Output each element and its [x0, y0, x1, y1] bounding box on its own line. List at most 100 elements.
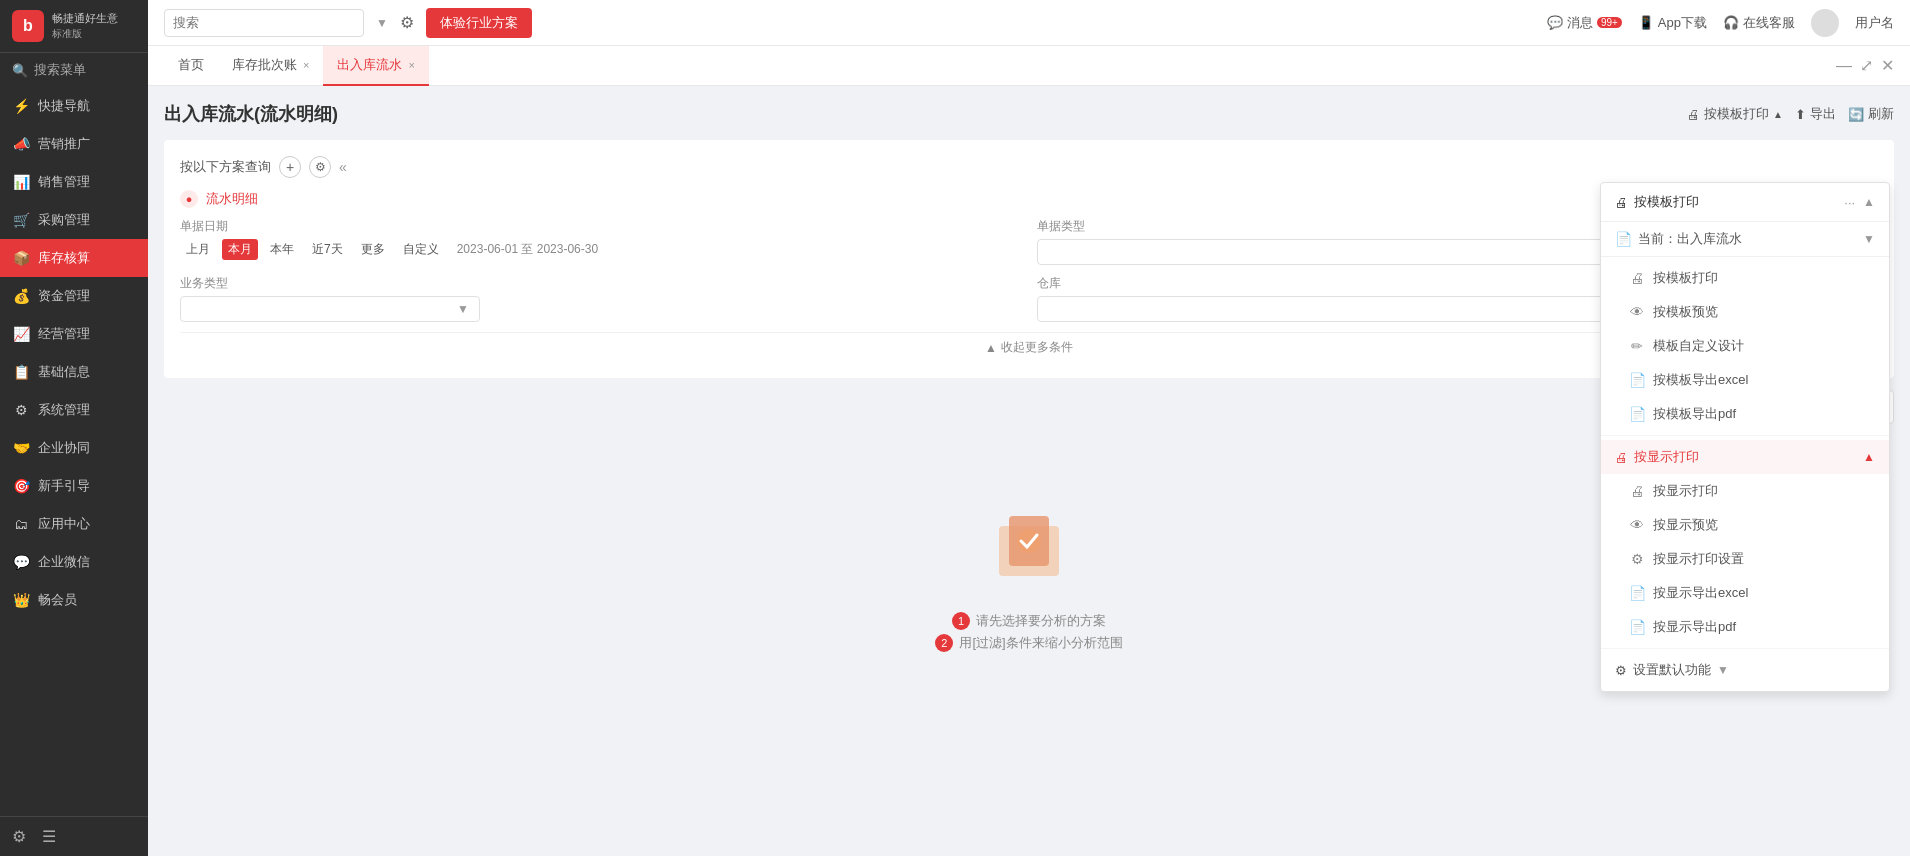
display-print-label: 按显示打印 — [1653, 482, 1718, 500]
page-actions: 🖨 按模板打印 ▲ ⬆ 导出 🔄 刷新 — [1687, 105, 1894, 123]
sidebar-item-finance[interactable]: 💰 资金管理 — [0, 277, 148, 315]
export-btn[interactable]: ⬆ 导出 — [1795, 105, 1836, 123]
marketing-icon: 📣 — [12, 135, 30, 153]
date-tag-last-month[interactable]: 上月 — [180, 239, 216, 260]
sidebar-item-guide[interactable]: 🎯 新手引导 — [0, 467, 148, 505]
dropdown-header: 🖨 按模板打印 ··· ▲ — [1601, 183, 1889, 222]
date-field: 单据日期 上月 本月 本年 近7天 更多 自定义 2023-06-01 至 20… — [180, 218, 1021, 260]
inventory-icon: 📦 — [12, 249, 30, 267]
message-icon: 💬 — [1547, 15, 1563, 30]
sidebar-item-wechat[interactable]: 💬 企业微信 — [0, 543, 148, 581]
current-template-row: 📄 当前：出入库流水 ▼ — [1601, 222, 1889, 257]
template-print-item[interactable]: 🖨 按模板打印 — [1601, 261, 1889, 295]
display-print-settings-item[interactable]: ⚙ 按显示打印设置 — [1601, 542, 1889, 576]
set-default-btn[interactable]: ⚙ 设置默认功能 ▼ — [1615, 655, 1729, 685]
customer-service-btn[interactable]: 🎧 在线客服 — [1723, 14, 1795, 32]
tab-close-all-icon[interactable]: ✕ — [1881, 56, 1894, 75]
tab-inventory-batch-close[interactable]: × — [303, 59, 309, 71]
collapse-btn[interactable]: ▲ 收起更多条件 — [985, 339, 1073, 356]
refresh-btn[interactable]: 🔄 刷新 — [1848, 105, 1894, 123]
sidebar-item-label: 应用中心 — [38, 515, 90, 533]
filter-header: 按以下方案查询 + ⚙ « — [180, 156, 1878, 178]
chevron-up-icon: ▲ — [985, 341, 997, 355]
date-tag-more[interactable]: 更多 — [355, 239, 391, 260]
print-icon-dropdown: 🖨 — [1615, 195, 1628, 210]
filter-add-btn[interactable]: + — [279, 156, 301, 178]
sidebar-item-quick-nav[interactable]: ⚡ 快捷导航 — [0, 87, 148, 125]
operations-icon: 📈 — [12, 325, 30, 343]
message-btn[interactable]: 💬 消息 99+ — [1547, 14, 1622, 32]
sidebar-search[interactable]: 🔍 搜索菜单 — [0, 53, 148, 87]
bottom-menu-icon[interactable]: ☰ — [42, 827, 56, 846]
tab-home[interactable]: 首页 — [164, 46, 218, 86]
user-name: 用户名 — [1855, 14, 1894, 32]
date-tag-last-7[interactable]: 近7天 — [306, 239, 349, 260]
dropdown-panel: 🖨 按模板打印 ··· ▲ 📄 当前：出入库流水 ▼ 🖨 — [1600, 182, 1890, 692]
sidebar: b 畅捷通好生意 标准版 🔍 搜索菜单 ⚡ 快捷导航 📣 营销推广 📊 销售管理… — [0, 0, 148, 856]
print-template-label: 按模板打印 — [1704, 105, 1769, 123]
tab-stock-flow-close[interactable]: × — [408, 59, 414, 71]
phone-icon: 📱 — [1638, 15, 1654, 30]
display-settings-icon: ⚙ — [1629, 551, 1645, 567]
print-chevron-icon: ▲ — [1773, 109, 1783, 120]
template-preview-item[interactable]: 👁 按模板预览 — [1601, 295, 1889, 329]
display-preview-icon: 👁 — [1629, 517, 1645, 533]
chevron-down-icon[interactable]: ▼ — [376, 16, 388, 30]
sidebar-item-purchase[interactable]: 🛒 采购管理 — [0, 201, 148, 239]
display-preview-item[interactable]: 👁 按显示预览 — [1601, 508, 1889, 542]
sidebar-item-member[interactable]: 👑 畅会员 — [0, 581, 148, 619]
sidebar-item-operations[interactable]: 📈 经营管理 — [0, 315, 148, 353]
tab-inventory-batch[interactable]: 库存批次账 × — [218, 46, 323, 86]
filter-collapse-btn[interactable]: « — [339, 159, 347, 175]
dropdown-more-icon[interactable]: ··· — [1844, 195, 1855, 210]
sidebar-item-inventory[interactable]: 📦 库存核算 — [0, 239, 148, 277]
sidebar-item-system[interactable]: ⚙ 系统管理 — [0, 391, 148, 429]
sidebar-item-sales[interactable]: 📊 销售管理 — [0, 163, 148, 201]
date-tag-custom[interactable]: 自定义 — [397, 239, 445, 260]
bottom-settings-icon[interactable]: ⚙ — [12, 827, 26, 846]
app-logo-text: 畅捷通好生意 — [52, 11, 118, 26]
template-excel-item[interactable]: 📄 按模板导出excel — [1601, 363, 1889, 397]
display-excel-item[interactable]: 📄 按显示导出excel — [1601, 576, 1889, 610]
template-custom-icon: ✏ — [1629, 338, 1645, 354]
app-download-btn[interactable]: 📱 App下载 — [1638, 14, 1707, 32]
display-print-collapse-icon[interactable]: ▲ — [1863, 450, 1875, 464]
date-tag-this-year[interactable]: 本年 — [264, 239, 300, 260]
template-custom-item[interactable]: ✏ 模板自定义设计 — [1601, 329, 1889, 363]
display-print-icon: 🖨 — [1629, 483, 1645, 499]
tab-expand-icon[interactable]: ⤢ — [1860, 56, 1873, 75]
date-tag-this-month[interactable]: 本月 — [222, 239, 258, 260]
template-excel-icon: 📄 — [1629, 372, 1645, 388]
display-print-header[interactable]: 🖨 按显示打印 ▲ — [1601, 440, 1889, 474]
page-title: 出入库流水(流水明细) — [164, 102, 338, 126]
sidebar-item-marketing[interactable]: 📣 营销推广 — [0, 125, 148, 163]
stream-tag-badge: ● — [180, 190, 198, 208]
sidebar-item-label: 新手引导 — [38, 477, 90, 495]
template-pdf-icon: 📄 — [1629, 406, 1645, 422]
filter-settings-btn[interactable]: ⚙ — [309, 156, 331, 178]
tab-stock-flow[interactable]: 出入库流水 × — [323, 46, 428, 86]
message-badge: 99+ — [1597, 17, 1622, 28]
business-type-select[interactable]: ▼ — [180, 296, 480, 322]
dropdown-title: 🖨 按模板打印 — [1615, 193, 1699, 211]
sidebar-item-appstore[interactable]: 🗂 应用中心 — [0, 505, 148, 543]
search-icon: 🔍 — [12, 63, 28, 78]
search-input[interactable] — [164, 9, 364, 37]
display-pdf-item[interactable]: 📄 按显示导出pdf — [1601, 610, 1889, 644]
dropdown-footer: ⚙ 设置默认功能 ▼ — [1601, 649, 1889, 691]
template-pdf-item[interactable]: 📄 按模板导出pdf — [1601, 397, 1889, 431]
template-print-icon: 🖨 — [1629, 270, 1645, 286]
industry-btn[interactable]: 体验行业方案 — [426, 8, 532, 38]
display-pdf-label: 按显示导出pdf — [1653, 618, 1736, 636]
tab-minimize-icon[interactable]: — — [1836, 57, 1852, 75]
stream-tag-label: 流水明细 — [206, 190, 258, 208]
current-chevron-icon[interactable]: ▼ — [1863, 232, 1875, 246]
sidebar-item-basic[interactable]: 📋 基础信息 — [0, 353, 148, 391]
dropdown-collapse-icon[interactable]: ▲ — [1863, 195, 1875, 209]
display-print-item[interactable]: 🖨 按显示打印 — [1601, 474, 1889, 508]
print-template-btn[interactable]: 🖨 按模板打印 ▲ — [1687, 105, 1783, 123]
finance-icon: 💰 — [12, 287, 30, 305]
sidebar-item-collab[interactable]: 🤝 企业协同 — [0, 429, 148, 467]
user-avatar[interactable] — [1811, 9, 1839, 37]
topbar-gear-icon[interactable]: ⚙ — [400, 13, 414, 32]
